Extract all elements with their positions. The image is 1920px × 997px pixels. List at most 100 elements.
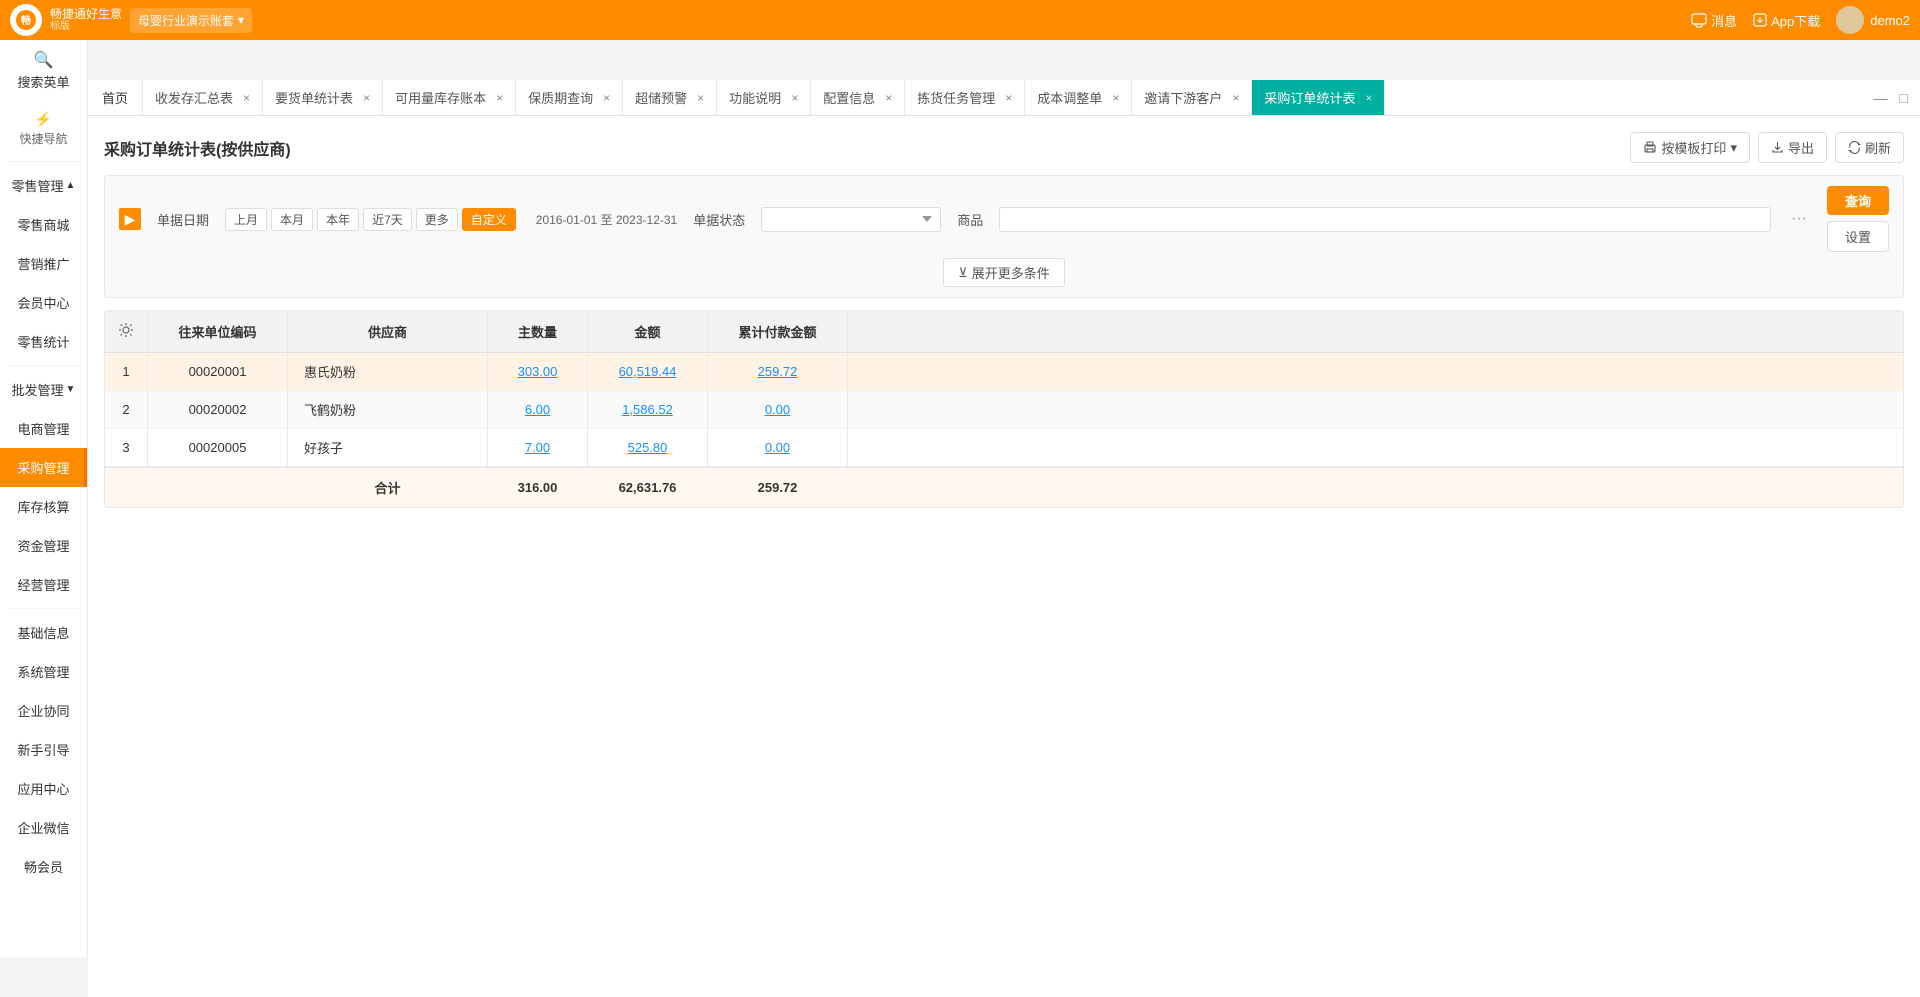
col-header-extra — [848, 311, 1904, 353]
sidebar-item-vip[interactable]: 畅会员 — [0, 847, 87, 886]
workspace-selector[interactable]: 母婴行业演示账套 ▾ — [130, 8, 252, 33]
cell-paid[interactable]: 0.00 — [708, 429, 848, 468]
page-actions: 按模板打印 ▾ 导出 刷新 — [1630, 132, 1904, 163]
filter-toggle-btn[interactable]: ▶ — [119, 208, 141, 230]
tab-close-icon-11[interactable]: × — [1365, 91, 1372, 105]
tab-overstock[interactable]: 超储预警 × — [623, 80, 717, 115]
cell-supplier: 好孩子 — [288, 429, 488, 468]
cell-code: 00020001 — [148, 353, 288, 391]
divider-2 — [8, 365, 79, 366]
tab-close-icon-8[interactable]: × — [1005, 91, 1012, 105]
top-bar-right: 消息 App下载 demo2 — [1691, 6, 1910, 34]
cell-qty[interactable]: 303.00 — [488, 353, 588, 391]
sidebar-item-enterprise[interactable]: 企业协同 — [0, 691, 87, 730]
tab-func-desc[interactable]: 功能说明 × — [717, 80, 811, 115]
tab-close-icon-3[interactable]: × — [496, 91, 503, 105]
cell-paid[interactable]: 0.00 — [708, 391, 848, 429]
sidebar-item-wechat[interactable]: 企业微信 — [0, 808, 87, 847]
goods-ellipsis-btn[interactable]: ··· — [1787, 210, 1811, 228]
tab-recv-send[interactable]: 收发存汇总表 × — [143, 80, 263, 115]
sidebar-item-finance[interactable]: 资金管理 — [0, 526, 87, 565]
expand-filter-btn[interactable]: ⊻ 展开更多条件 — [943, 258, 1065, 287]
cell-qty[interactable]: 7.00 — [488, 429, 588, 468]
table-footer-row: 合计 316.00 62,631.76 259.72 — [105, 467, 1903, 507]
export-button[interactable]: 导出 — [1758, 132, 1827, 163]
date-btn-more[interactable]: 更多 — [416, 208, 458, 231]
cell-qty[interactable]: 6.00 — [488, 391, 588, 429]
sidebar-item-operation[interactable]: 经营管理 — [0, 565, 87, 604]
cell-extra — [848, 391, 1904, 429]
tab-invite[interactable]: 邀请下游客户 × — [1132, 80, 1252, 115]
tab-cost-adj[interactable]: 成本调整单 × — [1025, 80, 1132, 115]
tab-config[interactable]: 配置信息 × — [811, 80, 905, 115]
cell-code: 00020005 — [148, 429, 288, 468]
cell-amount[interactable]: 60,519.44 — [588, 353, 708, 391]
date-btn-7days[interactable]: 近7天 — [363, 208, 412, 231]
sidebar-item-guide[interactable]: 新手引导 — [0, 730, 87, 769]
tab-close-icon-4[interactable]: × — [603, 91, 610, 105]
tab-end-btns: — □ — [1862, 80, 1920, 115]
table-row[interactable]: 3 00020005 好孩子 7.00 525.80 0.00 — [105, 429, 1903, 468]
tab-close-icon-2[interactable]: × — [363, 91, 370, 105]
tab-home[interactable]: 首页 — [88, 80, 143, 115]
tab-close-icon-6[interactable]: × — [791, 91, 798, 105]
tab-minimize-btn[interactable]: — — [1870, 88, 1892, 108]
sidebar-item-retail-stat[interactable]: 零售统计 — [0, 322, 87, 361]
arrow-icon-2: ▼ — [66, 384, 76, 395]
query-button[interactable]: 查询 — [1827, 186, 1889, 215]
table-row[interactable]: 2 00020002 飞鹤奶粉 6.00 1,586.52 0.00 — [105, 391, 1903, 429]
filter-row-1: ▶ 单据日期 上月 本月 本年 近7天 更多 自定义 2016-01-01 至 … — [119, 186, 1889, 252]
sidebar-item-quicknav[interactable]: ⚡ 快捷导航 — [0, 101, 87, 157]
status-select[interactable] — [761, 207, 941, 232]
tab-pick-task[interactable]: 拣货任务管理 × — [905, 80, 1025, 115]
tab-expiry[interactable]: 保质期查询 × — [516, 80, 623, 115]
cell-amount[interactable]: 1,586.52 — [588, 391, 708, 429]
sidebar-item-inventory[interactable]: 库存核算 — [0, 487, 87, 526]
date-filter-label: 单据日期 — [157, 210, 209, 229]
col-header-settings[interactable] — [105, 311, 148, 353]
sidebar-item-appcenter[interactable]: 应用中心 — [0, 769, 87, 808]
arrow-icon: ▲ — [66, 180, 76, 191]
page-header: 采购订单统计表(按供应商) 按模板打印 ▾ 导出 刷新 — [104, 132, 1904, 163]
top-bar: 畅 畅捷通好生意 标版 母婴行业演示账套 ▾ 消息 App下载 demo2 — [0, 0, 1920, 40]
cell-paid[interactable]: 259.72 — [708, 353, 848, 391]
sidebar-item-marketing[interactable]: 营销推广 — [0, 244, 87, 283]
tab-close-icon-5[interactable]: × — [697, 91, 704, 105]
sidebar-item-member[interactable]: 会员中心 — [0, 283, 87, 322]
app-download-btn[interactable]: App下载 — [1753, 11, 1820, 30]
sidebar-item-retail-shop[interactable]: 零售商城 — [0, 205, 87, 244]
sidebar-item-retail[interactable]: 零售管理 ▲ — [0, 166, 87, 205]
print-button[interactable]: 按模板打印 ▾ — [1630, 132, 1750, 163]
tab-close-icon-9[interactable]: × — [1112, 91, 1119, 105]
date-btn-this-year[interactable]: 本年 — [317, 208, 359, 231]
message-btn[interactable]: 消息 — [1691, 11, 1737, 30]
tab-req-stat[interactable]: 要货单统计表 × — [263, 80, 383, 115]
date-btn-custom[interactable]: 自定义 — [462, 208, 516, 231]
sidebar-item-ecommerce[interactable]: 电商管理 — [0, 409, 87, 448]
tab-maximize-btn[interactable]: □ — [1896, 88, 1912, 108]
status-filter-label: 单据状态 — [693, 210, 745, 229]
tab-close-icon-10[interactable]: × — [1232, 91, 1239, 105]
sidebar-item-basic[interactable]: 基础信息 — [0, 613, 87, 652]
sidebar-item-purchase[interactable]: 采购管理 — [0, 448, 87, 487]
settings-button[interactable]: 设置 — [1827, 221, 1889, 252]
cell-amount[interactable]: 525.80 — [588, 429, 708, 468]
col-header-code: 往来单位编码 — [148, 311, 288, 353]
date-btn-this-month[interactable]: 本月 — [271, 208, 313, 231]
tab-avail-stock[interactable]: 可用量库存账本 × — [383, 80, 516, 115]
filter-more-row: ⊻ 展开更多条件 — [119, 258, 1889, 287]
tab-close-icon[interactable]: × — [243, 91, 250, 105]
sidebar-item-wholesale[interactable]: 批发管理 ▼ — [0, 370, 87, 409]
refresh-button[interactable]: 刷新 — [1835, 132, 1904, 163]
col-header-supplier: 供应商 — [288, 311, 488, 353]
goods-input[interactable] — [999, 207, 1771, 232]
table-row[interactable]: 1 00020001 惠氏奶粉 303.00 60,519.44 259.72 — [105, 353, 1903, 391]
date-btn-last-month[interactable]: 上月 — [225, 208, 267, 231]
sidebar-item-search[interactable]: 🔍 搜索英单 — [0, 40, 87, 101]
cell-extra — [848, 429, 1904, 468]
sidebar-item-system[interactable]: 系统管理 — [0, 652, 87, 691]
tab-purchase-stat[interactable]: 采购订单统计表 × — [1252, 80, 1385, 115]
user-avatar[interactable]: demo2 — [1836, 6, 1910, 34]
tab-close-icon-7[interactable]: × — [885, 91, 892, 105]
footer-amount: 62,631.76 — [588, 467, 708, 507]
